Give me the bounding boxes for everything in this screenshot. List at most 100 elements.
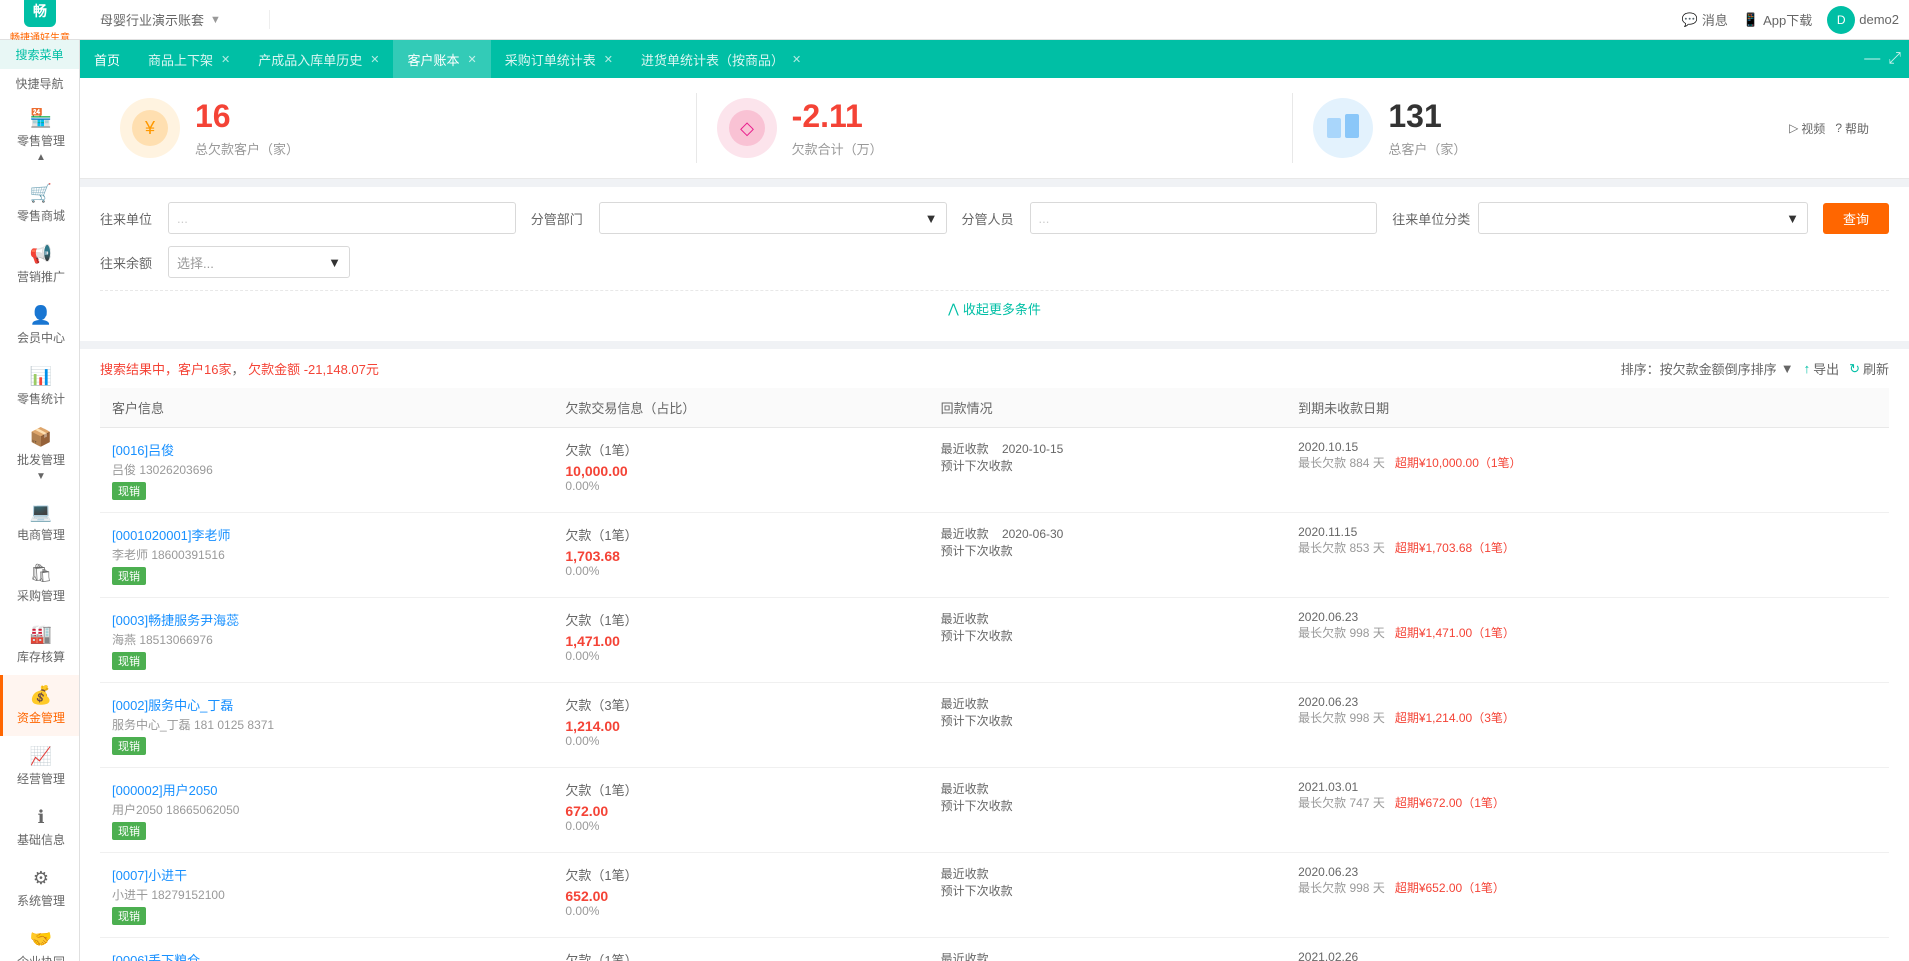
play-icon: ▷ xyxy=(1789,121,1798,135)
customer-name-link[interactable]: [0003]畅捷服务尹海蕊 xyxy=(112,613,239,628)
sidebar-item-member[interactable]: 👤 会员中心 xyxy=(0,295,79,356)
batch-mgmt-icon: 📦 xyxy=(30,427,52,448)
tab-purchase-order[interactable]: 采购订单统计表 ✕ xyxy=(491,40,627,78)
tab-import-stats[interactable]: 进货单统计表（按商品） ✕ xyxy=(627,40,815,78)
sidebar-quick-nav[interactable]: 快捷导航 xyxy=(0,69,79,98)
customer-contact: 服务中心_丁磊 181 0125 8371 xyxy=(112,716,541,733)
debt-count: 欠款（1笔） xyxy=(565,440,916,459)
overdue-amount[interactable]: 超期¥1,703.68（1笔） xyxy=(1395,541,1515,555)
sidebar-item-batch-mgmt[interactable]: 📦 批发管理 ▼ xyxy=(0,417,79,492)
debt-info-cell: 欠款（1笔） 1,703.68 0.00% xyxy=(553,513,928,598)
results-actions: 排序：按欠款金额倒序排序 ▼ ↑ 导出 ↻ 刷新 xyxy=(1621,359,1889,378)
customer-cell: [0006]丢下粮仓 陈小希 现销 xyxy=(100,938,553,961)
dept-select[interactable]: ▼ xyxy=(599,202,947,234)
tab-collapse-btn[interactable]: — xyxy=(1864,50,1880,68)
overdue-amount[interactable]: 超期¥672.00（1笔） xyxy=(1395,796,1505,810)
stat-card-debt: ◇ -2.11 欠款合计（万） xyxy=(697,93,1294,163)
from-unit-label: 往来单位 xyxy=(100,209,160,228)
sidebar-label-corp-collab: 企业协同 xyxy=(17,953,65,961)
sidebar-item-basic-info[interactable]: ℹ 基础信息 xyxy=(0,797,79,858)
due-date-cell: 2020.06.23 最长欠款 998 天 超期¥1,214.00（3笔） xyxy=(1286,683,1889,768)
export-icon: ↑ xyxy=(1804,361,1811,376)
sidebar-search-menu[interactable]: 搜索菜单 xyxy=(0,40,79,69)
help-btn[interactable]: ? 帮助 xyxy=(1835,120,1869,137)
svg-text:¥: ¥ xyxy=(144,118,156,138)
due-date: 2020.10.15 xyxy=(1298,440,1877,454)
overdue-amount[interactable]: 超期¥1,214.00（3笔） xyxy=(1395,711,1515,725)
sidebar-item-ops[interactable]: 📈 经营管理 xyxy=(0,736,79,797)
customer-name-link[interactable]: [0006]丢下粮仓 xyxy=(112,953,200,961)
tab-close-production-history[interactable]: ✕ xyxy=(370,53,379,66)
tab-expand-btn[interactable]: ⤢ xyxy=(1888,50,1901,68)
stat-top-right: ▷ 视频 ? 帮助 xyxy=(1789,120,1869,137)
unit-category-select[interactable]: ▼ xyxy=(1478,202,1808,234)
username: demo2 xyxy=(1859,12,1899,27)
sidebar-item-system[interactable]: ⚙ 系统管理 xyxy=(0,858,79,919)
debt-amount: 1,214.00 xyxy=(565,718,916,734)
balance-select[interactable]: 选择... ▼ xyxy=(168,246,350,278)
sidebar-item-retail-mgmt[interactable]: 🏪 零售管理 ▲ xyxy=(0,98,79,173)
view-btn[interactable]: ▷ 视频 xyxy=(1789,120,1825,137)
export-btn[interactable]: ↑ 导出 xyxy=(1804,359,1840,378)
customer-name-link[interactable]: [000002]用户2050 xyxy=(112,783,218,798)
payment-cell: 最近收款 预计下次收款 xyxy=(929,768,1287,853)
sidebar-item-marketing[interactable]: 📢 营销推广 xyxy=(0,234,79,295)
tab-product-shelf[interactable]: 商品上下架 ✕ xyxy=(134,40,244,78)
filter-row-2: 往来余额 选择... ▼ xyxy=(100,246,1889,278)
overdue-amount[interactable]: 超期¥10,000.00（1笔） xyxy=(1395,456,1522,470)
customer-name-link[interactable]: [0001020001]李老师 xyxy=(112,528,231,543)
user-menu[interactable]: D demo2 xyxy=(1827,6,1899,34)
app-download-btn[interactable]: 📱 App下载 xyxy=(1743,10,1812,29)
sidebar-item-corp-collab[interactable]: 🤝 企业协同 xyxy=(0,919,79,961)
next-payment-label: 预计下次收款 xyxy=(941,627,1275,644)
tab-home[interactable]: 首页 xyxy=(80,40,134,78)
manager-input[interactable]: ... xyxy=(1030,202,1378,234)
customer-name-link[interactable]: [0016]吕俊 xyxy=(112,443,174,458)
sidebar-item-inventory[interactable]: 🏭 库存核算 xyxy=(0,614,79,675)
customer-contact: 李老师 18600391516 xyxy=(112,546,541,563)
payment-cell: 最近收款 预计下次收款 xyxy=(929,598,1287,683)
tab-close-product-shelf[interactable]: ✕ xyxy=(221,53,230,66)
tab-label-production-history: 产成品入库单历史 xyxy=(258,50,362,69)
overdue-days: 最长欠款 853 天 超期¥1,703.68（1笔） xyxy=(1298,539,1877,556)
debt-info-cell: 欠款（1笔） 455.90 0.00% xyxy=(553,938,928,961)
overdue-amount[interactable]: 超期¥1,471.00（1笔） xyxy=(1395,626,1515,640)
customer-name-link[interactable]: [0002]服务中心_丁磊 xyxy=(112,698,233,713)
tab-bar-right: — ⤢ xyxy=(1856,40,1909,78)
collapse-more-btn[interactable]: ⋀ 收起更多条件 xyxy=(100,290,1889,326)
sidebar: 搜索菜单 快捷导航 🏪 零售管理 ▲ 🛒 零售商城 📢 营销推广 👤 会员中心 … xyxy=(0,40,80,961)
col-header-debt-info: 欠款交易信息（占比） xyxy=(553,388,928,428)
sidebar-item-retail-shop[interactable]: 🛒 零售商城 xyxy=(0,173,79,234)
message-btn[interactable]: 💬 消息 xyxy=(1682,10,1728,29)
debt-ratio: 0.00% xyxy=(565,479,916,493)
company-selector[interactable]: 母婴行业演示账套 ▼ xyxy=(90,10,270,29)
tab-label-purchase-order: 采购订单统计表 xyxy=(505,50,596,69)
tab-production-history[interactable]: 产成品入库单历史 ✕ xyxy=(244,40,393,78)
debt-amount: 672.00 xyxy=(565,803,916,819)
last-payment-label: 最近收款 xyxy=(941,865,1275,882)
tab-close-customer-account[interactable]: ✕ xyxy=(468,53,477,66)
tab-close-import-stats[interactable]: ✕ xyxy=(792,53,801,66)
tab-close-purchase-order[interactable]: ✕ xyxy=(604,53,613,66)
sidebar-item-retail-stats[interactable]: 📊 零售统计 xyxy=(0,356,79,417)
overdue-amount[interactable]: 超期¥652.00（1笔） xyxy=(1395,881,1505,895)
customer-name-link[interactable]: [0007]小进干 xyxy=(112,868,187,883)
refresh-btn[interactable]: ↻ 刷新 xyxy=(1849,359,1889,378)
tab-customer-account[interactable]: 客户账本 ✕ xyxy=(393,40,490,78)
customer-cell: [0016]吕俊 吕俊 13026203696 现销 xyxy=(100,428,553,513)
customer-contact: 用户2050 18665062050 xyxy=(112,801,541,818)
sidebar-label-ecom: 电商管理 xyxy=(17,526,65,543)
debt-count: 欠款（1笔） xyxy=(565,525,916,544)
top-bar: 畅 畅捷通好生意 母婴行业演示账套 ▼ 💬 消息 📱 App下载 D demo2 xyxy=(0,0,1909,40)
debt-total-text: 欠款金额 -21,148.07元 xyxy=(248,362,379,377)
sidebar-item-purchase[interactable]: 🛍 采购管理 xyxy=(0,553,79,614)
debt-info-cell: 欠款（1笔） 10,000.00 0.00% xyxy=(553,428,928,513)
search-btn[interactable]: 查询 xyxy=(1823,203,1889,234)
marketing-icon: 📢 xyxy=(30,244,52,265)
sidebar-item-finance[interactable]: 💰 资金管理 xyxy=(0,675,79,736)
from-unit-input[interactable]: ... xyxy=(168,202,516,234)
sort-selector[interactable]: 排序：按欠款金额倒序排序 ▼ xyxy=(1621,359,1794,378)
sidebar-item-ecom[interactable]: 💻 电商管理 xyxy=(0,492,79,553)
due-date: 2020.06.23 xyxy=(1298,865,1877,879)
content-area: 首页 商品上下架 ✕ 产成品入库单历史 ✕ 客户账本 ✕ 采购订单统计表 ✕ xyxy=(80,40,1909,961)
